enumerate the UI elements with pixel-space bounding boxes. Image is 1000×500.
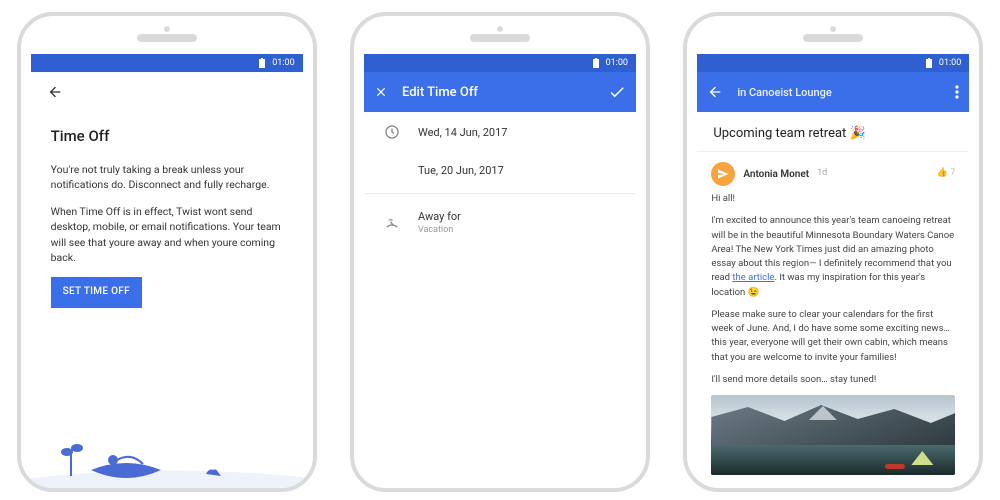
back-icon[interactable] — [707, 84, 723, 100]
intro-paragraph-2: When Time Off is in effect, Twist wont s… — [51, 204, 283, 265]
away-for-label: Away for — [418, 210, 461, 223]
app-bar: Edit Time Off — [364, 72, 636, 112]
battery-icon — [592, 58, 600, 68]
post-line-greeting: Hi all! — [711, 192, 955, 206]
appbar-title: Edit Time Off — [402, 85, 608, 100]
status-bar: 01:00 — [364, 54, 636, 72]
away-for-value: Vacation — [418, 225, 461, 235]
end-date-value: Tue, 20 Jun, 2017 — [418, 164, 504, 177]
relaxing-illustration — [31, 408, 303, 488]
page-title: Time Off — [51, 126, 283, 148]
back-icon[interactable] — [47, 84, 63, 100]
reaction-count[interactable]: 👍 7 — [937, 167, 956, 181]
intro-paragraph-1: You're not truly taking a break unless y… — [51, 162, 283, 192]
phone-edit-time-off: 01:00 Edit Time Off Wed, 14 Jun, 2017 Tu… — [350, 12, 650, 492]
status-time: 01:00 — [606, 58, 628, 68]
vacation-icon — [384, 215, 400, 231]
start-date-row[interactable]: Wed, 14 Jun, 2017 — [364, 112, 636, 152]
breadcrumb[interactable]: in Canoeist Lounge — [737, 86, 955, 99]
overflow-menu-icon[interactable] — [955, 85, 959, 99]
battery-icon — [925, 58, 933, 68]
avatar[interactable] — [711, 162, 735, 186]
end-date-row[interactable]: Tue, 20 Jun, 2017 — [364, 152, 636, 189]
send-icon — [717, 168, 729, 180]
confirm-icon[interactable] — [608, 83, 626, 101]
status-time: 01:00 — [272, 58, 294, 68]
battery-icon — [258, 58, 266, 68]
status-bar: 01:00 — [31, 54, 303, 72]
away-for-row[interactable]: Away for Vacation — [364, 198, 636, 247]
thread-title: Upcoming team retreat 🎉 — [697, 112, 969, 151]
phone-time-off-intro: 01:00 Time Off You're not truly taking a… — [17, 12, 317, 492]
app-bar: in Canoeist Lounge — [697, 72, 969, 112]
status-time: 01:00 — [939, 58, 961, 68]
close-icon[interactable] — [374, 85, 388, 99]
status-bar: 01:00 — [697, 54, 969, 72]
post-image[interactable] — [711, 395, 955, 475]
article-link[interactable]: the article — [732, 272, 774, 283]
post: Antonia Monet 1d 👍 7 Hi all! I'm excited… — [697, 162, 969, 475]
start-date-value: Wed, 14 Jun, 2017 — [418, 126, 507, 139]
set-time-off-button[interactable]: SET TIME OFF — [51, 277, 142, 308]
post-body-1: I'm excited to announce this year's team… — [711, 214, 955, 300]
phone-thread-view: 01:00 in Canoeist Lounge Upcoming team r… — [683, 12, 983, 492]
post-body-2: Please make sure to clear your calendars… — [711, 308, 955, 365]
post-body-3: I'll send more details soon… stay tuned! — [711, 373, 955, 387]
post-author[interactable]: Antonia Monet — [743, 167, 809, 182]
post-age: 1d — [817, 167, 827, 181]
clock-icon — [384, 124, 400, 140]
